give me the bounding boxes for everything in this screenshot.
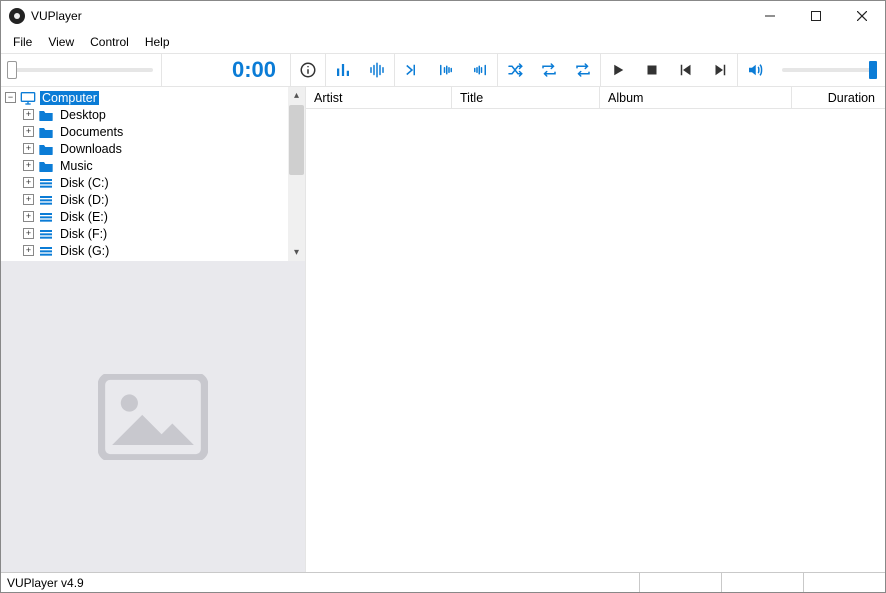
- disk-icon: [38, 244, 54, 258]
- repeat-all-button[interactable]: [566, 54, 600, 86]
- col-title[interactable]: Title: [452, 87, 600, 108]
- image-placeholder-icon: [98, 374, 208, 460]
- disk-icon: [38, 193, 54, 207]
- tree-item[interactable]: + Desktop: [5, 106, 305, 123]
- menu-bar: File View Control Help: [1, 31, 885, 53]
- expand-icon[interactable]: +: [23, 211, 34, 222]
- tree-label: Disk (F:): [58, 227, 109, 241]
- tree-label: Music: [58, 159, 95, 173]
- tree-label: Desktop: [58, 108, 108, 122]
- status-bar: VUPlayer v4.9: [1, 572, 885, 592]
- folder-icon: [38, 125, 54, 139]
- seek-slider[interactable]: [1, 54, 161, 86]
- title-bar: VUPlayer: [1, 1, 885, 31]
- menu-help[interactable]: Help: [137, 33, 178, 51]
- shuffle-button[interactable]: [498, 54, 532, 86]
- status-cell-2: [721, 573, 803, 592]
- scroll-thumb[interactable]: [289, 105, 304, 175]
- collapse-icon[interactable]: −: [5, 92, 16, 103]
- tree-item[interactable]: + Downloads: [5, 140, 305, 157]
- tree-scrollbar[interactable]: ▴ ▾: [288, 87, 305, 261]
- tree-item[interactable]: + Disk (D:): [5, 191, 305, 208]
- info-button[interactable]: [291, 54, 325, 86]
- disk-icon: [38, 210, 54, 224]
- previous-button[interactable]: [669, 54, 703, 86]
- tree-item-computer[interactable]: − Computer: [5, 89, 305, 106]
- col-album[interactable]: Album: [600, 87, 792, 108]
- volume-slider[interactable]: [772, 54, 885, 86]
- album-art-panel: [1, 261, 305, 572]
- repeat-track-button[interactable]: [532, 54, 566, 86]
- column-headers: Artist Title Album Duration: [306, 87, 885, 109]
- menu-file[interactable]: File: [5, 33, 40, 51]
- menu-control[interactable]: Control: [82, 33, 137, 51]
- cue-forward-button[interactable]: [463, 54, 497, 86]
- col-artist[interactable]: Artist: [306, 87, 452, 108]
- monitor-icon: [20, 91, 36, 105]
- stop-button[interactable]: [635, 54, 669, 86]
- tree-item[interactable]: + Disk (E:): [5, 208, 305, 225]
- tree-label: Computer: [40, 91, 99, 105]
- tree-label: Disk (D:): [58, 193, 111, 207]
- disk-icon: [38, 227, 54, 241]
- maximize-button[interactable]: [793, 1, 839, 31]
- left-panel: − Computer +Desktop+Documents+Downloads+…: [1, 87, 306, 572]
- status-text: VUPlayer v4.9: [1, 573, 639, 592]
- visualizer-button[interactable]: [360, 54, 394, 86]
- playlist-panel: Artist Title Album Duration: [306, 87, 885, 572]
- tree-label: Disk (G:): [58, 244, 111, 258]
- tree-item[interactable]: + Music: [5, 157, 305, 174]
- tree-item[interactable]: + Disk (F:): [5, 225, 305, 242]
- volume-icon[interactable]: [738, 54, 772, 86]
- expand-icon[interactable]: +: [23, 109, 34, 120]
- folder-icon: [38, 159, 54, 173]
- scroll-up-icon[interactable]: ▴: [288, 87, 305, 104]
- cue-back-button[interactable]: [429, 54, 463, 86]
- menu-view[interactable]: View: [40, 33, 82, 51]
- folder-tree[interactable]: − Computer +Desktop+Documents+Downloads+…: [1, 87, 305, 261]
- tree-label: Downloads: [58, 142, 124, 156]
- disk-icon: [38, 176, 54, 190]
- folder-icon: [38, 108, 54, 122]
- expand-icon[interactable]: +: [23, 194, 34, 205]
- expand-icon[interactable]: +: [23, 228, 34, 239]
- expand-icon[interactable]: +: [23, 143, 34, 154]
- expand-icon[interactable]: +: [23, 245, 34, 256]
- tree-label: Disk (E:): [58, 210, 110, 224]
- tree-item[interactable]: + Disk (C:): [5, 174, 305, 191]
- skip-to-button[interactable]: [395, 54, 429, 86]
- app-icon: [9, 8, 25, 24]
- tree-item[interactable]: + Disk (G:): [5, 242, 305, 259]
- time-display: 0:00: [162, 54, 290, 86]
- col-duration[interactable]: Duration: [792, 87, 885, 108]
- equalizer-button[interactable]: [326, 54, 360, 86]
- window-title: VUPlayer: [31, 9, 82, 23]
- folder-icon: [38, 142, 54, 156]
- status-cell-3: [803, 573, 885, 592]
- toolbar: 0:00: [1, 53, 885, 87]
- expand-icon[interactable]: +: [23, 126, 34, 137]
- expand-icon[interactable]: +: [23, 160, 34, 171]
- playlist[interactable]: [306, 109, 885, 572]
- tree-label: Documents: [58, 125, 125, 139]
- next-button[interactable]: [703, 54, 737, 86]
- expand-icon[interactable]: +: [23, 177, 34, 188]
- main-area: − Computer +Desktop+Documents+Downloads+…: [1, 87, 885, 572]
- tree-item[interactable]: + Documents: [5, 123, 305, 140]
- tree-label: Disk (C:): [58, 176, 111, 190]
- minimize-button[interactable]: [747, 1, 793, 31]
- play-button[interactable]: [601, 54, 635, 86]
- close-button[interactable]: [839, 1, 885, 31]
- scroll-down-icon[interactable]: ▾: [288, 244, 305, 261]
- status-cell-1: [639, 573, 721, 592]
